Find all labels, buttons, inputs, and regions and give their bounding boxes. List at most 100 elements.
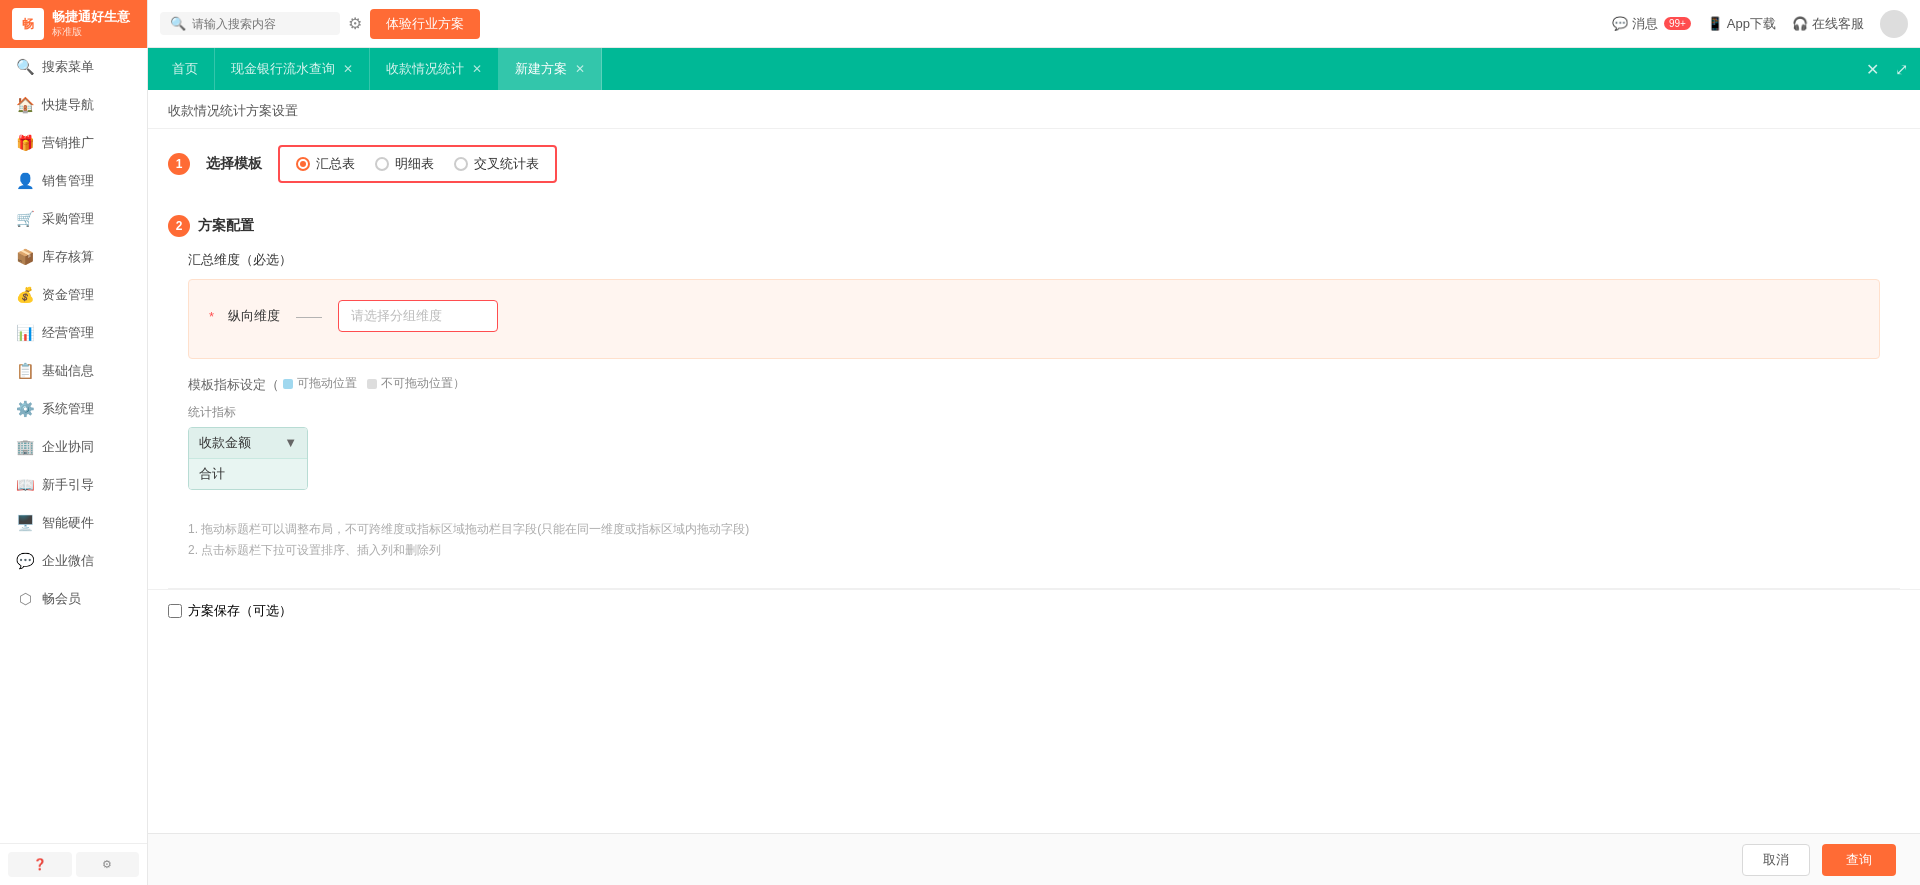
vertical-dim-label: 纵向维度 (228, 307, 280, 325)
search-box[interactable]: 🔍 (160, 12, 340, 35)
tip-item-2: 2. 点击标题栏下拉可设置排序、插入列和删除列 (188, 540, 1880, 562)
sidebar-label-inventory: 库存核算 (42, 248, 94, 266)
tab-new-plan-close[interactable]: ✕ (575, 62, 585, 76)
notification-badge: 99+ (1664, 17, 1691, 30)
message-icon: 💬 (1612, 16, 1628, 31)
topbar: 🔍 ⚙ 体验行业方案 💬 消息 99+ 📱 App下载 🎧 在线客服 (148, 0, 1920, 48)
radio-summary-circle (296, 157, 310, 171)
radio-group-template: 汇总表 明细表 交叉统计表 (296, 155, 539, 173)
radio-summary-label: 汇总表 (316, 155, 355, 173)
support-label: 在线客服 (1812, 15, 1864, 33)
sidebar-item-hardware[interactable]: 🖥️ 智能硬件 (0, 504, 147, 542)
search-input[interactable] (192, 17, 312, 31)
download-icon: 📱 (1707, 16, 1723, 31)
tab-receipt-stats[interactable]: 收款情况统计 ✕ (370, 48, 499, 90)
non-draggable-indicator: 不可拖动位置） (367, 375, 465, 392)
metrics-label-row: 模板指标设定（ 可拖动位置 不可拖动位置） (188, 375, 1880, 394)
dimension-row: * 纵向维度 —— 请选择分组维度 (209, 300, 1859, 332)
page-content: 收款情况统计方案设置 1 选择模板 汇总表 (148, 90, 1920, 833)
sidebar-item-system[interactable]: ⚙️ 系统管理 (0, 390, 147, 428)
tabbar-right: ✕ ⤢ (1862, 56, 1912, 83)
logo-name: 畅捷通好生意 (52, 9, 130, 25)
gear-settings-icon[interactable]: ⚙ (348, 14, 362, 33)
radio-cross[interactable]: 交叉统计表 (454, 155, 539, 173)
sidebar-label-member: 畅会员 (42, 590, 81, 608)
required-star: * (209, 309, 214, 324)
sidebar-label-finance: 资金管理 (42, 286, 94, 304)
radio-summary[interactable]: 汇总表 (296, 155, 355, 173)
sidebar-item-purchase[interactable]: 🛒 采购管理 (0, 200, 147, 238)
radio-detail[interactable]: 明细表 (375, 155, 434, 173)
tab-bank-flow-close[interactable]: ✕ (343, 62, 353, 76)
step2-section: 2 方案配置 汇总维度（必选） * 纵向维度 —— 请选择分组维度 (148, 215, 1920, 588)
support-icon: 🎧 (1792, 16, 1808, 31)
logo-text-group: 畅捷通好生意 标准版 (52, 9, 130, 39)
radio-cross-circle (454, 157, 468, 171)
sidebar-item-sales[interactable]: 👤 销售管理 (0, 162, 147, 200)
footer-bar: 取消 查询 (148, 833, 1920, 885)
metrics-section: 模板指标设定（ 可拖动位置 不可拖动位置） (168, 359, 1900, 509)
sidebar-item-basic-info[interactable]: 📋 基础信息 (0, 352, 147, 390)
page-header: 收款情况统计方案设置 (148, 90, 1920, 129)
metrics-header[interactable]: 收款金额 ▼ (189, 428, 307, 459)
save-checkbox[interactable] (168, 604, 182, 618)
sidebar-item-marketing[interactable]: 🎁 营销推广 (0, 124, 147, 162)
user-avatar[interactable] (1880, 10, 1908, 38)
query-button[interactable]: 查询 (1822, 844, 1896, 876)
sidebar-item-finance[interactable]: 💰 资金管理 (0, 276, 147, 314)
sidebar-item-cooperation[interactable]: 🏢 企业协同 (0, 428, 147, 466)
tabbar: 首页 现金银行流水查询 ✕ 收款情况统计 ✕ 新建方案 ✕ ✕ ⤢ (148, 48, 1920, 90)
tab-receipt-stats-close[interactable]: ✕ (472, 62, 482, 76)
tab-bank-flow[interactable]: 现金银行流水查询 ✕ (215, 48, 370, 90)
metrics-dropdown-icon[interactable]: ▼ (284, 435, 297, 450)
metrics-col-title: 收款金额 (199, 434, 251, 452)
gift-icon: 🎁 (16, 134, 34, 152)
notification-btn[interactable]: 💬 消息 99+ (1612, 15, 1691, 33)
sidebar-item-guide[interactable]: 📖 新手引导 (0, 466, 147, 504)
step1-section: 1 选择模板 汇总表 明细表 (148, 129, 1920, 215)
chart-icon: 📊 (16, 324, 34, 342)
stats-label-col: 统计指标 (188, 404, 236, 427)
page-title: 收款情况统计方案设置 (168, 103, 298, 118)
sidebar-settings-btn[interactable]: ⚙ (76, 852, 140, 877)
step2-title-row: 2 方案配置 (168, 215, 1900, 237)
tab-new-plan[interactable]: 新建方案 ✕ (499, 48, 602, 90)
tab-home-label: 首页 (172, 60, 198, 78)
sidebar-logo: 畅 畅捷通好生意 标准版 (0, 0, 147, 48)
subsection-title-dimension: 汇总维度（必选） (168, 251, 1900, 269)
sidebar-bottom: ❓ ⚙ (0, 843, 147, 885)
sidebar-item-wechat[interactable]: 💬 企业微信 (0, 542, 147, 580)
company-icon: 🏢 (16, 438, 34, 456)
sidebar-label-guide: 新手引导 (42, 476, 94, 494)
support-btn[interactable]: 🎧 在线客服 (1792, 15, 1864, 33)
cancel-button[interactable]: 取消 (1742, 844, 1810, 876)
close-window-icon[interactable]: ✕ (1862, 56, 1883, 83)
sidebar-item-quick-nav[interactable]: 🏠 快捷导航 (0, 86, 147, 124)
trial-button[interactable]: 体验行业方案 (370, 9, 480, 39)
sidebar-label-system: 系统管理 (42, 400, 94, 418)
member-icon: ⬡ (16, 590, 34, 608)
tab-bank-flow-label: 现金银行流水查询 (231, 60, 335, 78)
dimension-select[interactable]: 请选择分组维度 (338, 300, 498, 332)
sidebar-label-sales: 销售管理 (42, 172, 94, 190)
metrics-subtotal-cell: 合计 (189, 459, 307, 489)
save-area: 方案保存（可选） (148, 589, 1920, 632)
search-icon: 🔍 (170, 16, 186, 31)
content-area: 收款情况统计方案设置 1 选择模板 汇总表 (148, 90, 1920, 833)
cart-icon: 🛒 (16, 210, 34, 228)
radio-detail-label: 明细表 (395, 155, 434, 173)
sidebar-item-inventory[interactable]: 📦 库存核算 (0, 238, 147, 276)
tips-section: 1. 拖动标题栏可以调整布局，不可跨维度或指标区域拖动栏目字段(只能在同一维度或… (168, 509, 1900, 572)
step1-label: 选择模板 (206, 155, 262, 173)
sidebar-help-btn[interactable]: ❓ (8, 852, 72, 877)
sidebar-item-operation[interactable]: 📊 经营管理 (0, 314, 147, 352)
money-icon: 💰 (16, 286, 34, 304)
sidebar-item-member[interactable]: ⬡ 畅会员 (0, 580, 147, 618)
download-btn[interactable]: 📱 App下载 (1707, 15, 1776, 33)
sidebar-item-search[interactable]: 🔍 搜索菜单 (0, 48, 147, 86)
arrow-icon: —— (296, 309, 322, 324)
metrics-label-text: 模板指标设定（ 可拖动位置 不可拖动位置） (188, 375, 465, 394)
tab-home[interactable]: 首页 (156, 48, 215, 90)
maximize-window-icon[interactable]: ⤢ (1891, 56, 1912, 83)
topbar-actions: 💬 消息 99+ 📱 App下载 🎧 在线客服 (1612, 10, 1908, 38)
